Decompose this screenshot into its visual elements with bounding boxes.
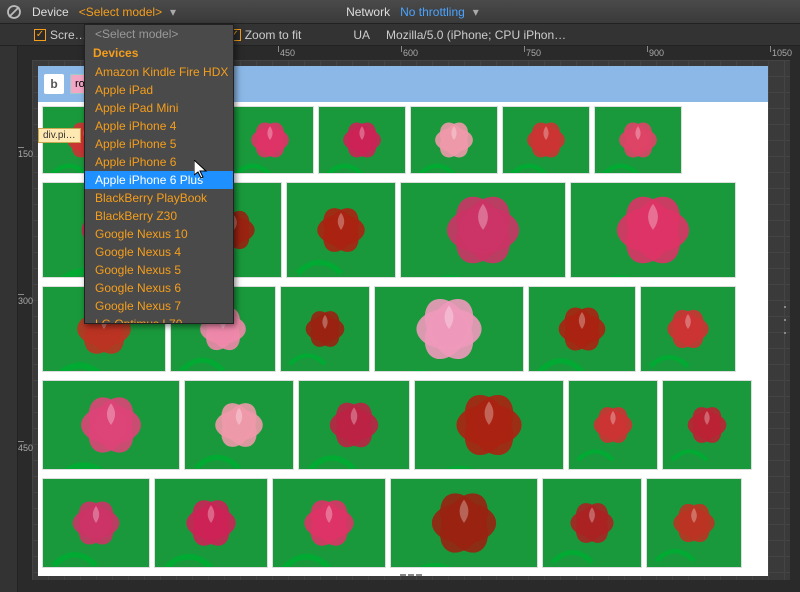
image-thumbnail[interactable]	[646, 478, 742, 568]
device-option[interactable]: Apple iPad	[85, 81, 233, 99]
device-option[interactable]: Apple iPhone 6 Plus	[85, 171, 233, 189]
device-option[interactable]: LG Optimus L70	[85, 315, 233, 324]
checkbox-icon	[34, 29, 46, 41]
left-strip	[0, 46, 18, 592]
image-thumbnail[interactable]	[568, 380, 658, 470]
device-option[interactable]: Apple iPhone 6	[85, 153, 233, 171]
devtools-toolbar: Device <Select model> Network No throttl…	[0, 0, 800, 24]
device-select[interactable]: <Select model>	[79, 5, 176, 19]
bing-logo[interactable]: b	[44, 74, 64, 94]
image-thumbnail[interactable]	[640, 286, 736, 372]
device-option[interactable]: Apple iPhone 4	[85, 117, 233, 135]
image-thumbnail[interactable]	[414, 380, 564, 470]
device-option[interactable]: Apple iPad Mini	[85, 99, 233, 117]
device-option[interactable]: Google Nexus 6	[85, 279, 233, 297]
image-thumbnail[interactable]	[318, 106, 406, 174]
inspect-icon[interactable]	[6, 4, 22, 20]
network-label: Network	[346, 5, 390, 19]
ua-label: UA	[353, 28, 370, 42]
device-option[interactable]: BlackBerry PlayBook	[85, 189, 233, 207]
image-thumbnail[interactable]	[528, 286, 636, 372]
image-thumbnail[interactable]	[400, 182, 566, 278]
resize-handle-right[interactable]	[782, 300, 788, 340]
image-thumbnail[interactable]	[594, 106, 682, 174]
device-option[interactable]: Apple iPhone 5	[85, 135, 233, 153]
image-thumbnail[interactable]	[298, 380, 410, 470]
image-thumbnail[interactable]	[42, 380, 180, 470]
image-thumbnail[interactable]	[542, 478, 642, 568]
device-option[interactable]: BlackBerry Z30	[85, 207, 233, 225]
image-thumbnail[interactable]	[280, 286, 370, 372]
image-thumbnail[interactable]	[154, 478, 268, 568]
device-option[interactable]: <Select model>	[85, 25, 233, 43]
image-thumbnail[interactable]	[374, 286, 524, 372]
element-tooltip: div.pi…	[38, 128, 81, 143]
device-option[interactable]: Google Nexus 5	[85, 261, 233, 279]
device-option: Devices	[85, 43, 233, 63]
network-select[interactable]: No throttling	[400, 5, 479, 19]
device-label: Device	[32, 5, 69, 19]
screencast-checkbox[interactable]: Scre…	[34, 28, 87, 42]
device-option[interactable]: Google Nexus 4	[85, 243, 233, 261]
ua-value[interactable]: Mozilla/5.0 (iPhone; CPU iPhon…	[386, 28, 566, 42]
image-thumbnail[interactable]	[390, 478, 538, 568]
image-thumbnail[interactable]	[184, 380, 294, 470]
image-thumbnail[interactable]	[286, 182, 396, 278]
image-thumbnail[interactable]	[662, 380, 752, 470]
image-thumbnail[interactable]	[226, 106, 314, 174]
ruler-vertical: 150300450	[18, 60, 32, 592]
image-thumbnail[interactable]	[42, 478, 150, 568]
zoom-label: Zoom to fit	[245, 28, 302, 42]
device-option[interactable]: Amazon Kindle Fire HDX	[85, 63, 233, 81]
image-thumbnail[interactable]	[272, 478, 386, 568]
image-thumbnail[interactable]	[570, 182, 736, 278]
device-option[interactable]: Google Nexus 10	[85, 225, 233, 243]
device-dropdown[interactable]: <Select model>DevicesAmazon Kindle Fire …	[84, 24, 234, 324]
resize-handle-bottom[interactable]	[381, 572, 441, 578]
device-option[interactable]: Google Nexus 7	[85, 297, 233, 315]
image-thumbnail[interactable]	[410, 106, 498, 174]
zoom-checkbox[interactable]: Zoom to fit	[229, 28, 302, 42]
screencast-label: Scre…	[50, 28, 87, 42]
image-thumbnail[interactable]	[502, 106, 590, 174]
